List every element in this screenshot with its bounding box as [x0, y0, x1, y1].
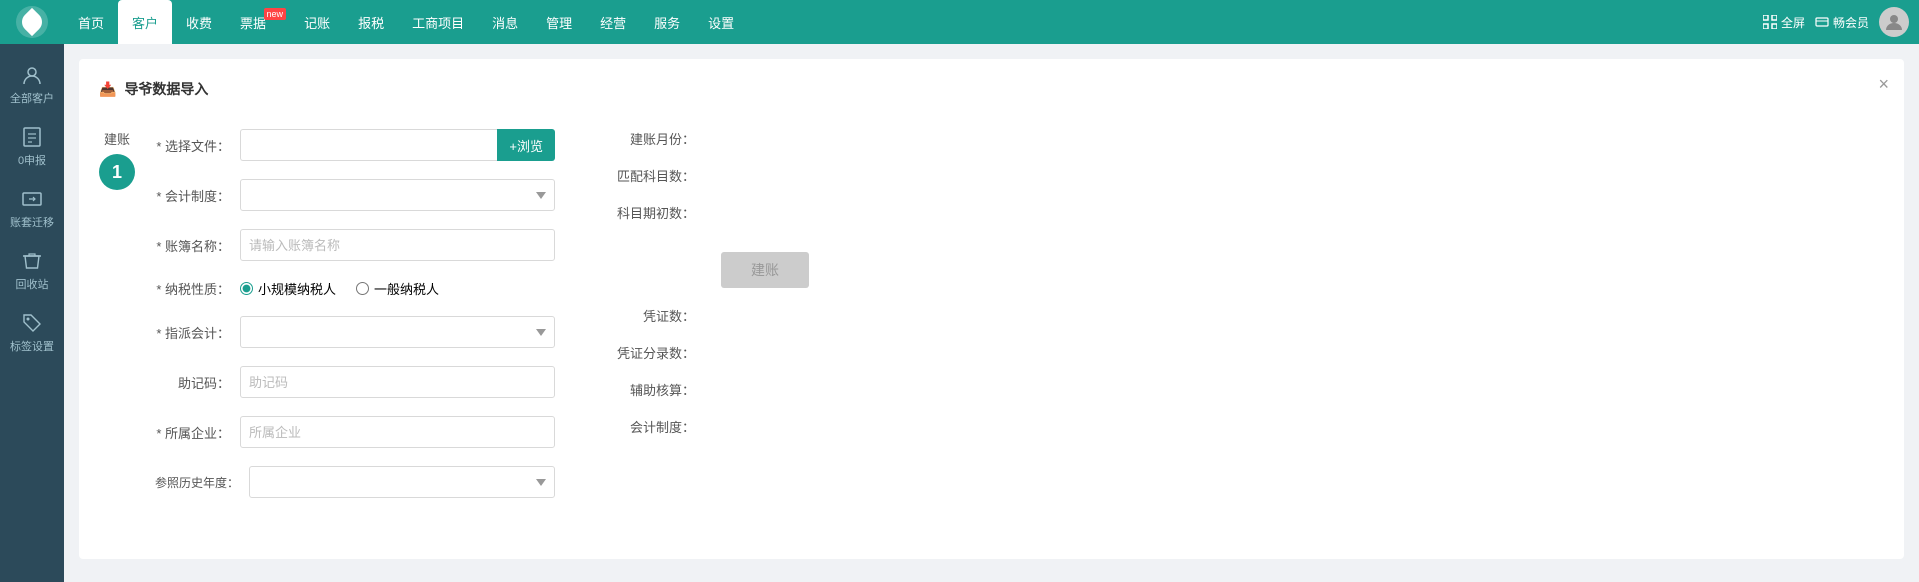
ledger-name-label: * 账簿名称：	[155, 236, 230, 255]
memo-input[interactable]	[240, 366, 555, 398]
ledger-name-input[interactable]	[240, 229, 555, 261]
dialog-title-icon: 📥	[99, 81, 116, 98]
nav-items: 首页 客户 收费 票据 new 记账 报税 工商项目 消息 管理 经营	[64, 0, 1763, 44]
tax-option2-text: 一般纳税人	[374, 279, 439, 298]
voucher-count-label: 凭证数：	[615, 306, 695, 325]
fullscreen-icon	[1763, 15, 1777, 29]
recycle-icon	[21, 250, 43, 272]
subject-init-row: 科目期初数：	[615, 203, 915, 222]
accounting-system-select[interactable]	[240, 179, 555, 211]
step-label: 建账	[104, 129, 130, 148]
nav-ledger[interactable]: 记账	[290, 0, 344, 44]
nav-home[interactable]: 首页	[64, 0, 118, 44]
close-button[interactable]: ×	[1878, 74, 1889, 95]
tax-type-radio-group: 小规模纳税人 一般纳税人	[240, 279, 555, 298]
vip-icon	[1815, 15, 1829, 29]
memo-label: 助记码：	[155, 373, 230, 392]
file-input-group: +浏览	[240, 129, 555, 161]
aux-accounting-label: 辅助核算：	[615, 380, 695, 399]
tag-settings-icon	[21, 312, 43, 334]
new-badge: new	[264, 8, 287, 20]
nav-billing[interactable]: 收费	[172, 0, 226, 44]
build-month-row: 建账月份：	[615, 129, 915, 148]
content-area: 📥 导爷数据导入 × 建账 1 * 选择文件：	[64, 44, 1919, 582]
accounting-system2-label: 会计制度：	[615, 417, 695, 436]
nav-settings[interactable]: 设置	[694, 0, 748, 44]
nav-invoice[interactable]: 票据 new	[226, 0, 290, 44]
all-clients-icon	[21, 64, 43, 86]
tax-option2-label[interactable]: 一般纳税人	[356, 279, 439, 298]
nav-customer[interactable]: 客户	[118, 0, 172, 44]
dialog-card: 📥 导爷数据导入 × 建账 1 * 选择文件：	[79, 59, 1904, 559]
company-input[interactable]	[240, 416, 555, 448]
nav-tax[interactable]: 报税	[344, 0, 398, 44]
main-layout: 全部客户 0申报 账套迁移	[0, 44, 1919, 582]
tax-option1-text: 小规模纳税人	[258, 279, 336, 298]
sidebar-item-declaration[interactable]: 0申报	[0, 116, 64, 178]
company-label: * 所属企业：	[155, 423, 230, 442]
form-left: 建账 1 * 选择文件： +浏览	[99, 129, 555, 516]
accountant-select[interactable]	[240, 316, 555, 348]
ledger-name-row: * 账簿名称：	[155, 229, 555, 261]
declaration-icon	[21, 126, 43, 148]
browse-button[interactable]: +浏览	[497, 129, 555, 161]
file-row: * 选择文件： +浏览	[155, 129, 555, 161]
build-month-label: 建账月份：	[615, 129, 695, 148]
logo[interactable]	[10, 0, 54, 44]
nav-right: 全屏 畅会员	[1763, 7, 1919, 37]
voucher-entries-label: 凭证分录数：	[615, 343, 695, 362]
step-badge: 1	[99, 154, 135, 190]
nav-service[interactable]: 服务	[640, 0, 694, 44]
accounting-system-label: * 会计制度：	[155, 186, 230, 205]
accounting-system-row: * 会计制度：	[155, 179, 555, 211]
file-text-input[interactable]	[240, 129, 497, 161]
sidebar-item-account-migration[interactable]: 账套迁移	[0, 178, 64, 240]
tax-option1-radio[interactable]	[240, 282, 253, 295]
company-row: * 所属企业：	[155, 416, 555, 448]
accountant-label: * 指派会计：	[155, 323, 230, 342]
tax-type-label: * 纳税性质：	[155, 279, 230, 298]
voucher-entries-row: 凭证分录数：	[615, 343, 915, 362]
vip-btn[interactable]: 畅会员	[1815, 14, 1869, 31]
history-year-select[interactable]	[249, 466, 555, 498]
form-fields: * 选择文件： +浏览 * 会计制度：	[155, 129, 555, 516]
memo-row: 助记码：	[155, 366, 555, 398]
form-right: 建账月份： 匹配科目数： 科目期初数： 建账 凭证	[615, 129, 915, 516]
history-year-label: 参照历史年度：	[155, 474, 239, 491]
account-migration-icon	[21, 188, 43, 210]
top-nav: 首页 客户 收费 票据 new 记账 报税 工商项目 消息 管理 经营	[0, 0, 1919, 44]
fullscreen-btn[interactable]: 全屏	[1763, 14, 1805, 31]
accountant-row: * 指派会计：	[155, 316, 555, 348]
accounting-system2-row: 会计制度：	[615, 417, 915, 436]
match-subjects-label: 匹配科目数：	[615, 166, 695, 185]
tax-type-row: * 纳税性质： 小规模纳税人 一般纳税人	[155, 279, 555, 298]
build-account-button[interactable]: 建账	[721, 252, 809, 288]
aux-accounting-row: 辅助核算：	[615, 380, 915, 399]
nav-finance[interactable]: 经营	[586, 0, 640, 44]
tax-option2-radio[interactable]	[356, 282, 369, 295]
avatar[interactable]	[1879, 7, 1909, 37]
form-layout: 建账 1 * 选择文件： +浏览	[99, 129, 1884, 516]
tax-option1-label[interactable]: 小规模纳税人	[240, 279, 336, 298]
file-label: * 选择文件：	[155, 136, 230, 155]
nav-message[interactable]: 消息	[478, 0, 532, 44]
build-btn-container: 建账	[615, 242, 915, 288]
sidebar: 全部客户 0申报 账套迁移	[0, 44, 64, 582]
voucher-count-row: 凭证数：	[615, 306, 915, 325]
dialog-title: 导爷数据导入	[124, 79, 208, 99]
nav-business[interactable]: 工商项目	[398, 0, 478, 44]
subject-init-label: 科目期初数：	[615, 203, 695, 222]
history-year-row: 参照历史年度：	[155, 466, 555, 498]
sidebar-item-tag-settings[interactable]: 标签设置	[0, 302, 64, 364]
sidebar-item-recycle[interactable]: 回收站	[0, 240, 64, 302]
dialog-header: 📥 导爷数据导入	[99, 79, 1884, 99]
nav-manage[interactable]: 管理	[532, 0, 586, 44]
sidebar-item-all-clients[interactable]: 全部客户	[0, 54, 64, 116]
match-subjects-row: 匹配科目数：	[615, 166, 915, 185]
